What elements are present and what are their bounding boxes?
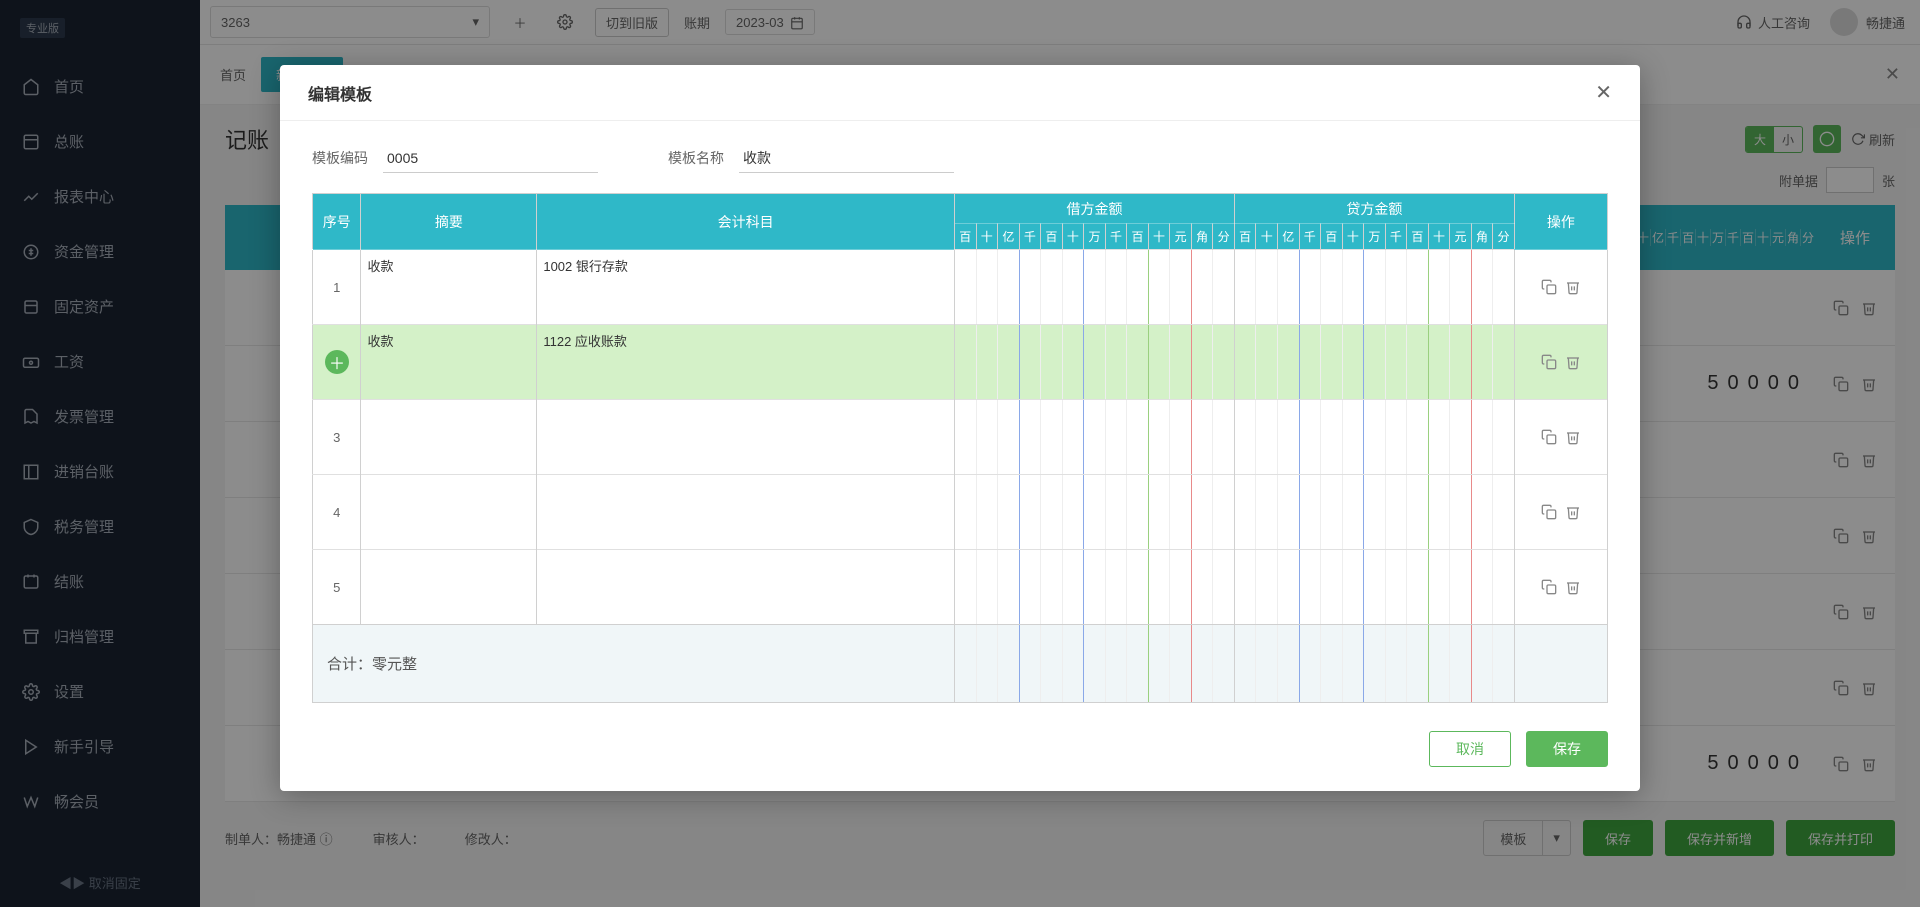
save-template-button[interactable]: 保存 xyxy=(1526,731,1608,767)
digit-header: 亿 xyxy=(998,224,1020,250)
digit-header: 百 xyxy=(1234,224,1256,250)
template-table: 序号 摘要 会计科目 借方金额 贷方金额 操作 百十亿千百十万千百十元角分百十亿… xyxy=(312,193,1608,703)
template-row[interactable]: 1收款1002 银行存款 xyxy=(313,250,1608,325)
digit-header: 亿 xyxy=(1277,224,1299,250)
copy-icon[interactable] xyxy=(1541,504,1557,520)
template-name-input[interactable] xyxy=(739,143,954,173)
digit-header: 角 xyxy=(1471,224,1493,250)
summary-cell[interactable] xyxy=(361,400,537,475)
summary-cell[interactable]: 收款 xyxy=(361,250,537,325)
summary-cell[interactable] xyxy=(361,475,537,550)
digit-header: 千 xyxy=(1105,224,1127,250)
add-row-icon[interactable]: ＋ xyxy=(325,350,349,374)
th-summary: 摘要 xyxy=(361,194,537,250)
digit-header: 元 xyxy=(1450,224,1472,250)
credit-cell[interactable] xyxy=(1234,250,1514,325)
digit-header: 十 xyxy=(1148,224,1170,250)
seq-cell: 5 xyxy=(313,550,361,625)
template-code-label: 模板编码 xyxy=(312,148,368,168)
template-name-label: 模板名称 xyxy=(668,148,724,168)
modal-title: 编辑模板 xyxy=(308,81,372,105)
digit-header: 十 xyxy=(1342,224,1364,250)
account-cell[interactable] xyxy=(537,400,955,475)
digit-header: 十 xyxy=(976,224,998,250)
copy-icon[interactable] xyxy=(1541,579,1557,595)
copy-icon[interactable] xyxy=(1541,429,1557,445)
trash-icon[interactable] xyxy=(1565,579,1581,595)
seq-cell: ＋ xyxy=(313,325,361,400)
digit-header: 元 xyxy=(1170,224,1192,250)
digit-header: 百 xyxy=(955,224,977,250)
th-debit: 借方金额 xyxy=(955,194,1235,224)
account-cell[interactable]: 1122 应收账款 xyxy=(537,325,955,400)
seq-cell: 1 xyxy=(313,250,361,325)
debit-cell[interactable] xyxy=(955,325,1235,400)
digit-header: 十 xyxy=(1428,224,1450,250)
modal-close-icon[interactable]: ✕ xyxy=(1595,80,1612,105)
th-seq: 序号 xyxy=(313,194,361,250)
debit-cell[interactable] xyxy=(955,550,1235,625)
th-account: 会计科目 xyxy=(537,194,955,250)
debit-cell[interactable] xyxy=(955,400,1235,475)
row-ops xyxy=(1514,250,1607,325)
digit-header: 角 xyxy=(1191,224,1213,250)
credit-cell[interactable] xyxy=(1234,325,1514,400)
digit-header: 百 xyxy=(1127,224,1149,250)
trash-icon[interactable] xyxy=(1565,504,1581,520)
template-row[interactable]: 3 xyxy=(313,400,1608,475)
row-ops xyxy=(1514,475,1607,550)
credit-cell[interactable] xyxy=(1234,550,1514,625)
digit-header: 百 xyxy=(1041,224,1063,250)
edit-template-modal: 编辑模板 ✕ 模板编码 模板名称 序号 摘要 会计科目 借方金额 贷方金额 xyxy=(280,65,1640,791)
summary-cell[interactable]: 收款 xyxy=(361,325,537,400)
debit-cell[interactable] xyxy=(955,250,1235,325)
th-ops: 操作 xyxy=(1514,194,1607,250)
digit-header: 百 xyxy=(1407,224,1429,250)
debit-cell[interactable] xyxy=(955,475,1235,550)
digit-header: 万 xyxy=(1084,224,1106,250)
trash-icon[interactable] xyxy=(1565,429,1581,445)
digit-header: 千 xyxy=(1019,224,1041,250)
copy-icon[interactable] xyxy=(1541,279,1557,295)
cancel-button[interactable]: 取消 xyxy=(1429,731,1511,767)
digit-header: 万 xyxy=(1364,224,1386,250)
seq-cell: 3 xyxy=(313,400,361,475)
account-cell[interactable] xyxy=(537,475,955,550)
digit-header: 十 xyxy=(1256,224,1278,250)
template-code-input[interactable] xyxy=(383,143,598,173)
seq-cell: 4 xyxy=(313,475,361,550)
digit-header: 分 xyxy=(1213,224,1235,250)
th-credit: 贷方金额 xyxy=(1234,194,1514,224)
copy-icon[interactable] xyxy=(1541,354,1557,370)
account-cell[interactable]: 1002 银行存款 xyxy=(537,250,955,325)
credit-cell[interactable] xyxy=(1234,475,1514,550)
row-ops xyxy=(1514,550,1607,625)
row-ops xyxy=(1514,400,1607,475)
trash-icon[interactable] xyxy=(1565,279,1581,295)
summary-cell[interactable] xyxy=(361,550,537,625)
digit-header: 百 xyxy=(1321,224,1343,250)
template-row[interactable]: 4 xyxy=(313,475,1608,550)
digit-header: 千 xyxy=(1385,224,1407,250)
trash-icon[interactable] xyxy=(1565,354,1581,370)
row-ops xyxy=(1514,325,1607,400)
template-row[interactable]: 5 xyxy=(313,550,1608,625)
credit-cell[interactable] xyxy=(1234,400,1514,475)
template-row[interactable]: ＋ 收款1122 应收账款 xyxy=(313,325,1608,400)
digit-header: 十 xyxy=(1062,224,1084,250)
total-label: 合计：零元整 xyxy=(313,625,955,703)
digit-header: 千 xyxy=(1299,224,1321,250)
digit-header: 分 xyxy=(1493,224,1515,250)
account-cell[interactable] xyxy=(537,550,955,625)
